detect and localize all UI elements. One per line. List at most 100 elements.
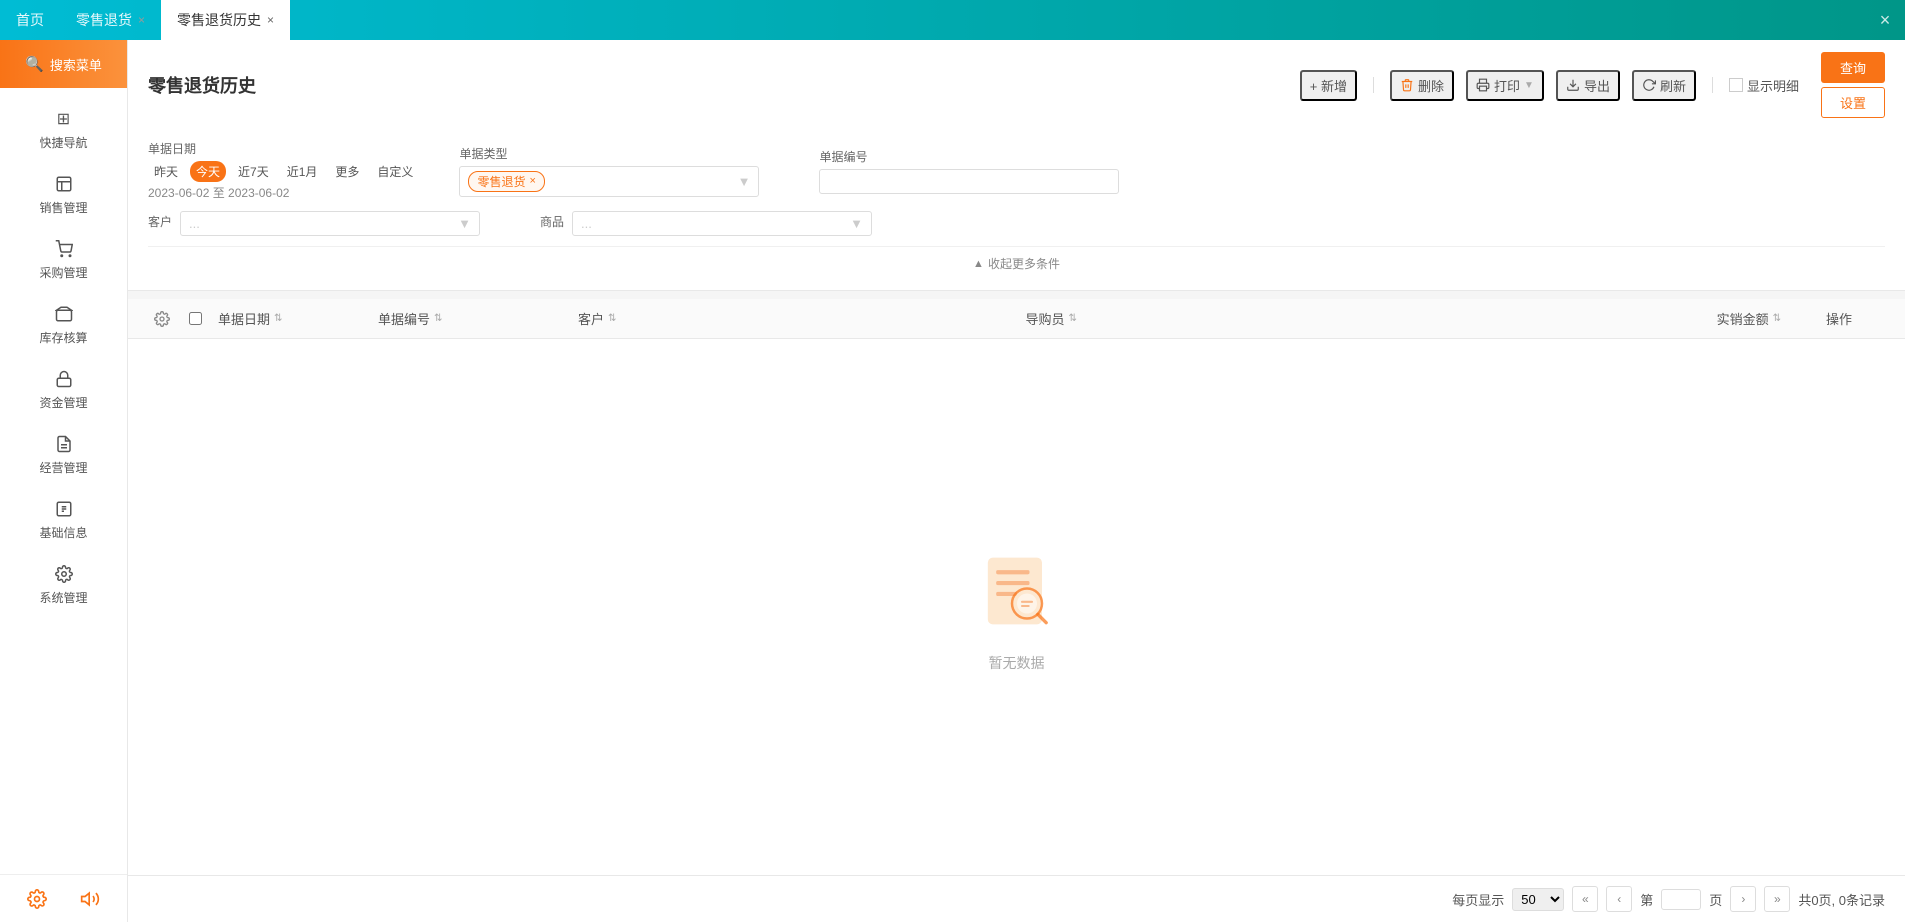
sidebar-nav: ⊞ 快捷导航 销售管理 采购管理 库存核算 (0, 88, 127, 874)
type-tag-close[interactable]: × (529, 175, 535, 187)
empty-text: 暂无数据 (989, 653, 1045, 673)
th-amount[interactable]: 实销金额 ⇅ (1649, 301, 1789, 336)
tab-retail-return-history-close[interactable]: × (267, 13, 274, 27)
page-actions: + 新增 删除 打印 ▼ 导出 (1300, 52, 1885, 118)
query-button[interactable]: 查询 (1821, 52, 1885, 83)
docnum-label: 单据编号 (819, 148, 867, 165)
show-detail-checkbox[interactable] (1729, 78, 1743, 92)
tab-retail-return[interactable]: 零售退货 × (60, 0, 161, 40)
docnum-input[interactable] (819, 169, 1119, 194)
date-btn-7days[interactable]: 近7天 (232, 161, 275, 182)
select-all-checkbox[interactable] (189, 312, 202, 325)
filter-customer-field: 客户 ... ▼ (148, 211, 480, 236)
operations-icon (53, 433, 75, 455)
th-num[interactable]: 单据编号 ⇅ (370, 301, 570, 336)
page-first-button[interactable]: « (1572, 886, 1598, 912)
delete-button[interactable]: 删除 (1390, 70, 1454, 101)
table-header: 单据日期 ⇅ 单据编号 ⇅ 客户 ⇅ 导购员 ⇅ 实销金额 (128, 299, 1905, 339)
th-date[interactable]: 单据日期 ⇅ (210, 301, 370, 336)
show-detail-toggle[interactable]: 显示明细 (1729, 76, 1799, 95)
customer-dropdown-icon: ▼ (458, 216, 471, 231)
search-icon: 🔍 (25, 55, 44, 73)
date-range-value: 2023-06-02 至 2023-06-02 (148, 184, 289, 201)
sidebar-settings-button[interactable] (19, 881, 55, 917)
filter-row-1: 单据日期 昨天 今天 近7天 近1月 更多 自定义 2023-06-02 至 2… (148, 140, 1885, 201)
page-header: 零售退货历史 + 新增 删除 打印 ▼ (128, 40, 1905, 291)
date-group: 昨天 今天 近7天 近1月 更多 自定义 (148, 161, 419, 182)
per-page-select[interactable]: 50 20 100 (1512, 888, 1564, 911)
sidebar-item-label: 资金管理 (39, 394, 87, 411)
sidebar-search[interactable]: 🔍 搜索菜单 (0, 40, 127, 88)
export-icon (1566, 78, 1580, 92)
empty-illustration (967, 541, 1067, 641)
tab-retail-return-history[interactable]: 零售退货历史 × (161, 0, 290, 40)
sidebar: 🔍 搜索菜单 ⊞ 快捷导航 销售管理 采购管理 (0, 40, 128, 922)
per-page-label: 每页显示 (1452, 890, 1504, 909)
page-title: 零售退货历史 (148, 72, 256, 98)
window-close-button[interactable]: × (1865, 0, 1905, 40)
settings-button[interactable]: 设置 (1821, 87, 1885, 118)
inventory-icon (53, 303, 75, 325)
delete-icon (1400, 78, 1414, 92)
date-btn-custom[interactable]: 自定义 (371, 161, 419, 182)
sort-num-icon: ⇅ (434, 313, 442, 324)
print-button[interactable]: 打印 ▼ (1466, 70, 1544, 101)
type-select[interactable]: 零售退货 × ▼ (459, 166, 759, 197)
basic-info-icon (53, 498, 75, 520)
page-title-row: 零售退货历史 + 新增 删除 打印 ▼ (148, 52, 1885, 118)
page-last-button[interactable]: » (1764, 886, 1790, 912)
tab-list: 首页 零售退货 × 零售退货历史 × (0, 0, 1865, 40)
print-dropdown-icon[interactable]: ▼ (1524, 80, 1534, 91)
type-tag: 零售退货 × (468, 171, 544, 192)
th-ops: 操作 (1789, 301, 1889, 336)
sidebar-speaker-button[interactable] (72, 881, 108, 917)
goods-select[interactable]: ... ▼ (572, 211, 872, 236)
sidebar-item-purchase-mgmt[interactable]: 采购管理 (6, 228, 121, 291)
table-select-all[interactable] (180, 312, 210, 325)
divider (1373, 77, 1374, 93)
empty-state: 暂无数据 (128, 339, 1905, 875)
tab-retail-return-close[interactable]: × (138, 13, 145, 27)
refresh-button[interactable]: 刷新 (1632, 70, 1696, 101)
sidebar-item-inventory[interactable]: 库存核算 (6, 293, 121, 356)
sort-guide-icon: ⇅ (1069, 313, 1077, 324)
table-settings-icon[interactable] (144, 311, 180, 327)
sidebar-item-system-mgmt[interactable]: 系统管理 (6, 553, 121, 616)
date-btn-1month[interactable]: 近1月 (281, 161, 324, 182)
sidebar-search-label: 搜索菜单 (50, 55, 102, 74)
goods-dropdown-icon: ▼ (850, 216, 863, 231)
sidebar-item-finance[interactable]: 资金管理 (6, 358, 121, 421)
collapse-button[interactable]: ▲ 收起更多条件 (961, 253, 1072, 274)
sort-amount-icon: ⇅ (1773, 313, 1781, 324)
sidebar-item-quick-nav[interactable]: ⊞ 快捷导航 (6, 98, 121, 161)
system-icon (53, 563, 75, 585)
sort-date-icon: ⇅ (274, 313, 282, 324)
quick-nav-icon: ⊞ (53, 108, 75, 130)
sidebar-item-label: 库存核算 (39, 329, 87, 346)
sidebar-item-sales-mgmt[interactable]: 销售管理 (6, 163, 121, 226)
sidebar-item-label: 采购管理 (39, 264, 87, 281)
sidebar-item-label: 系统管理 (39, 589, 87, 606)
goods-label: 商品 (540, 213, 564, 230)
th-guide[interactable]: 导购员 ⇅ (1018, 301, 1218, 336)
tab-home[interactable]: 首页 (0, 0, 60, 40)
sidebar-item-label: 销售管理 (39, 199, 87, 216)
page-label: 第 (1640, 890, 1653, 909)
export-button[interactable]: 导出 (1556, 70, 1620, 101)
filter-area: 单据日期 昨天 今天 近7天 近1月 更多 自定义 2023-06-02 至 2… (148, 130, 1885, 290)
refresh-icon (1642, 78, 1656, 92)
top-bar: 首页 零售退货 × 零售退货历史 × × (0, 0, 1905, 40)
page-prev-button[interactable]: ‹ (1606, 886, 1632, 912)
sales-icon (53, 173, 75, 195)
page-number-input[interactable]: 1 (1661, 889, 1701, 910)
date-btn-more[interactable]: 更多 (329, 161, 365, 182)
filter-date-field: 单据日期 昨天 今天 近7天 近1月 更多 自定义 2023-06-02 至 2… (148, 140, 419, 201)
sidebar-item-operations[interactable]: 经营管理 (6, 423, 121, 486)
th-customer[interactable]: 客户 ⇅ (570, 301, 1018, 336)
customer-select[interactable]: ... ▼ (180, 211, 480, 236)
new-button[interactable]: + 新增 (1300, 70, 1357, 101)
page-next-button[interactable]: › (1730, 886, 1756, 912)
sidebar-item-basic-info[interactable]: 基础信息 (6, 488, 121, 551)
date-btn-today[interactable]: 今天 (190, 161, 226, 182)
date-btn-yesterday[interactable]: 昨天 (148, 161, 184, 182)
